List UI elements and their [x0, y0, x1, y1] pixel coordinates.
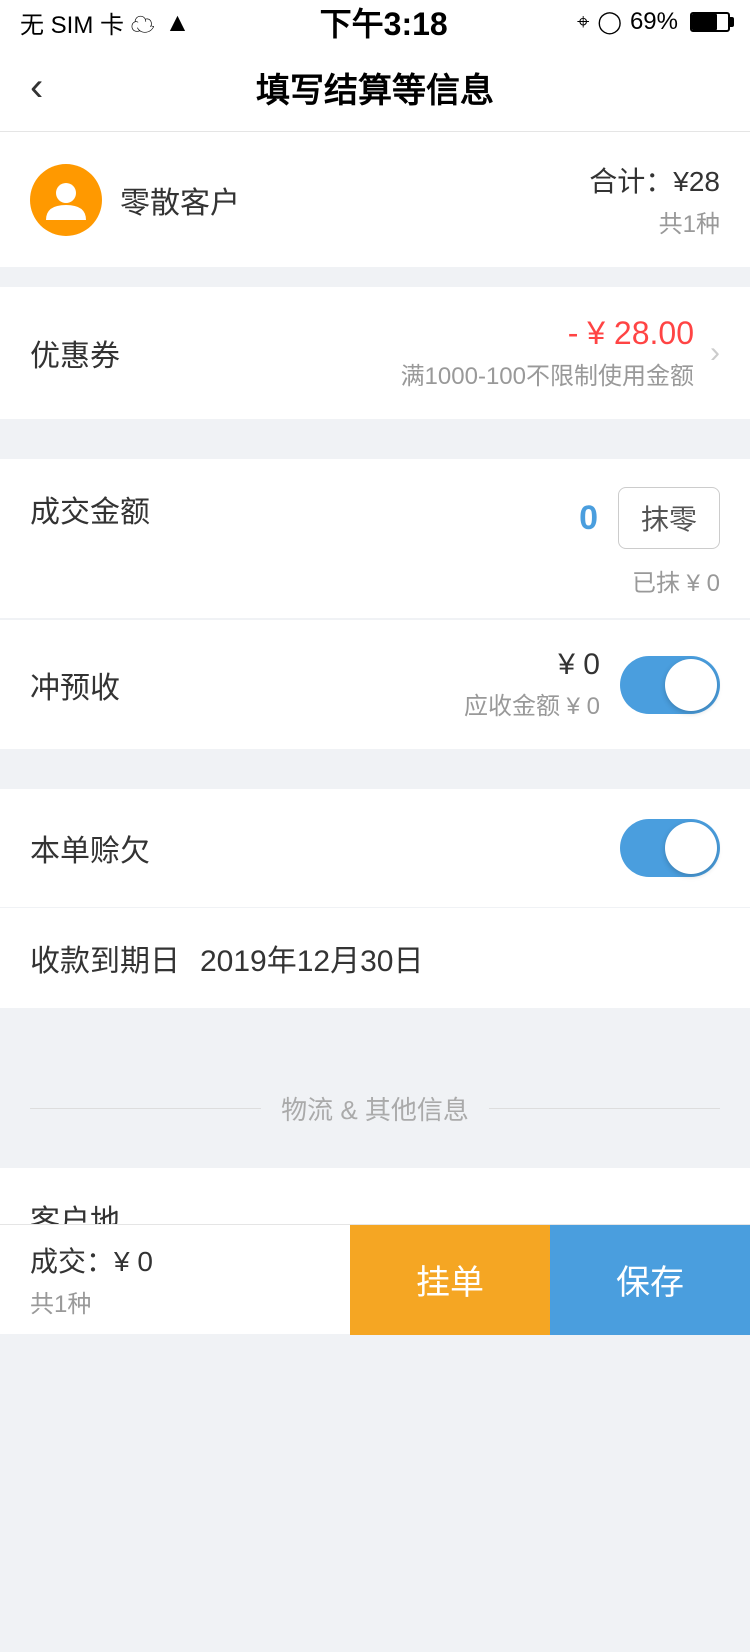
customer-totals: 合计：¥28 共1种 [589, 160, 720, 239]
round-zero-button[interactable]: 抹零 [618, 487, 720, 549]
round-zero-sub: 已抹 ¥ 0 [632, 563, 720, 598]
section-divider-2 [0, 769, 750, 789]
bottom-summary: 成交：¥ 0 共1种 [0, 1240, 350, 1319]
transaction-row: 成交金额 0 抹零 已抹 ¥ 0 [0, 459, 750, 619]
prepay-values: ¥ 0 应收金额 ¥ 0 [464, 648, 600, 721]
prepay-row: 冲预收 ¥ 0 应收金额 ¥ 0 [0, 619, 750, 749]
due-date-label: 收款到期日 [30, 936, 180, 980]
bottom-deal-amount: 成交：¥ 0 [30, 1240, 320, 1280]
prepay-label: 冲预收 [30, 663, 120, 707]
due-date-card: 收款到期日 2019年12月30日 [0, 907, 750, 1008]
transaction-label: 成交金额 [30, 487, 150, 531]
credit-card: 本单赊欠 [0, 789, 750, 907]
person-icon [41, 175, 91, 225]
transaction-card: 成交金额 0 抹零 已抹 ¥ 0 冲预收 ¥ 0 应收金额 ¥ 0 [0, 459, 750, 749]
coupon-amount: - ¥ 28.00 [401, 315, 694, 352]
bottom-bar: 成交：¥ 0 共1种 挂单 保存 [0, 1224, 750, 1334]
battery-icon [690, 12, 730, 32]
section-divider-1 [0, 439, 750, 459]
total-count: 共1种 [589, 204, 720, 239]
status-left: 无 SIM 卡 ☁ ▲ [20, 5, 190, 40]
nav-bar: ‹ 填写结算等信息 [0, 44, 750, 132]
customer-row: 零散客户 合计：¥28 共1种 [0, 132, 750, 267]
spacer [0, 1332, 750, 1532]
coupon-desc: 满1000-100不限制使用金额 [401, 356, 694, 391]
customer-name: 零散客户 [120, 178, 240, 222]
hold-button[interactable]: 挂单 [350, 1225, 550, 1335]
prepay-right: ¥ 0 应收金额 ¥ 0 [464, 648, 720, 721]
transaction-value[interactable]: 0 [538, 499, 598, 538]
content: 零散客户 合计：¥28 共1种 优惠券 - ¥ 28.00 满1000-100不… [0, 132, 750, 1652]
customer-avatar [30, 164, 102, 236]
logistics-header: 物流 & 其他信息 [0, 1068, 750, 1148]
no-sim-text: 无 SIM 卡 ☁ [20, 5, 155, 40]
toggle-knob [665, 659, 717, 711]
credit-label: 本单赊欠 [30, 826, 150, 870]
due-date-row[interactable]: 收款到期日 2019年12月30日 [0, 907, 750, 1008]
save-button[interactable]: 保存 [550, 1225, 750, 1335]
coupon-card: 优惠券 - ¥ 28.00 满1000-100不限制使用金额 › [0, 287, 750, 419]
wifi-icon: ▲ [165, 7, 191, 38]
location-icon: ⌖ [577, 9, 589, 35]
bottom-count: 共1种 [30, 1284, 320, 1319]
status-time: 下午3:18 [320, 0, 448, 45]
coupon-row[interactable]: 优惠券 - ¥ 28.00 满1000-100不限制使用金额 › [0, 287, 750, 419]
status-bar: 无 SIM 卡 ☁ ▲ 下午3:18 ⌖ ◯ 69% [0, 0, 750, 44]
status-right: ⌖ ◯ 69% [577, 8, 730, 36]
prepay-toggle[interactable] [620, 656, 720, 714]
back-button[interactable]: ‹ [30, 65, 43, 110]
coupon-values: - ¥ 28.00 满1000-100不限制使用金额 [401, 315, 694, 391]
section-divider-4 [0, 1148, 750, 1168]
prepay-main-value: ¥ 0 [464, 648, 600, 682]
prepay-sub-value: 应收金额 ¥ 0 [464, 686, 600, 721]
alarm-icon: ◯ [597, 9, 622, 35]
section-divider-3 [0, 1028, 750, 1068]
customer-left: 零散客户 [30, 164, 240, 236]
chevron-right-icon: › [710, 336, 720, 370]
battery-percent: 69% [630, 8, 678, 36]
coupon-label: 优惠券 [30, 331, 120, 375]
coupon-right: - ¥ 28.00 满1000-100不限制使用金额 › [401, 315, 720, 391]
page-title: 填写结算等信息 [256, 63, 494, 112]
logistics-title: 物流 & 其他信息 [261, 1090, 489, 1127]
credit-toggle[interactable] [620, 819, 720, 877]
credit-toggle-knob [665, 822, 717, 874]
due-date-value: 2019年12月30日 [200, 936, 423, 980]
total-amount: 合计：¥28 [589, 160, 720, 200]
customer-card: 零散客户 合计：¥28 共1种 [0, 132, 750, 267]
